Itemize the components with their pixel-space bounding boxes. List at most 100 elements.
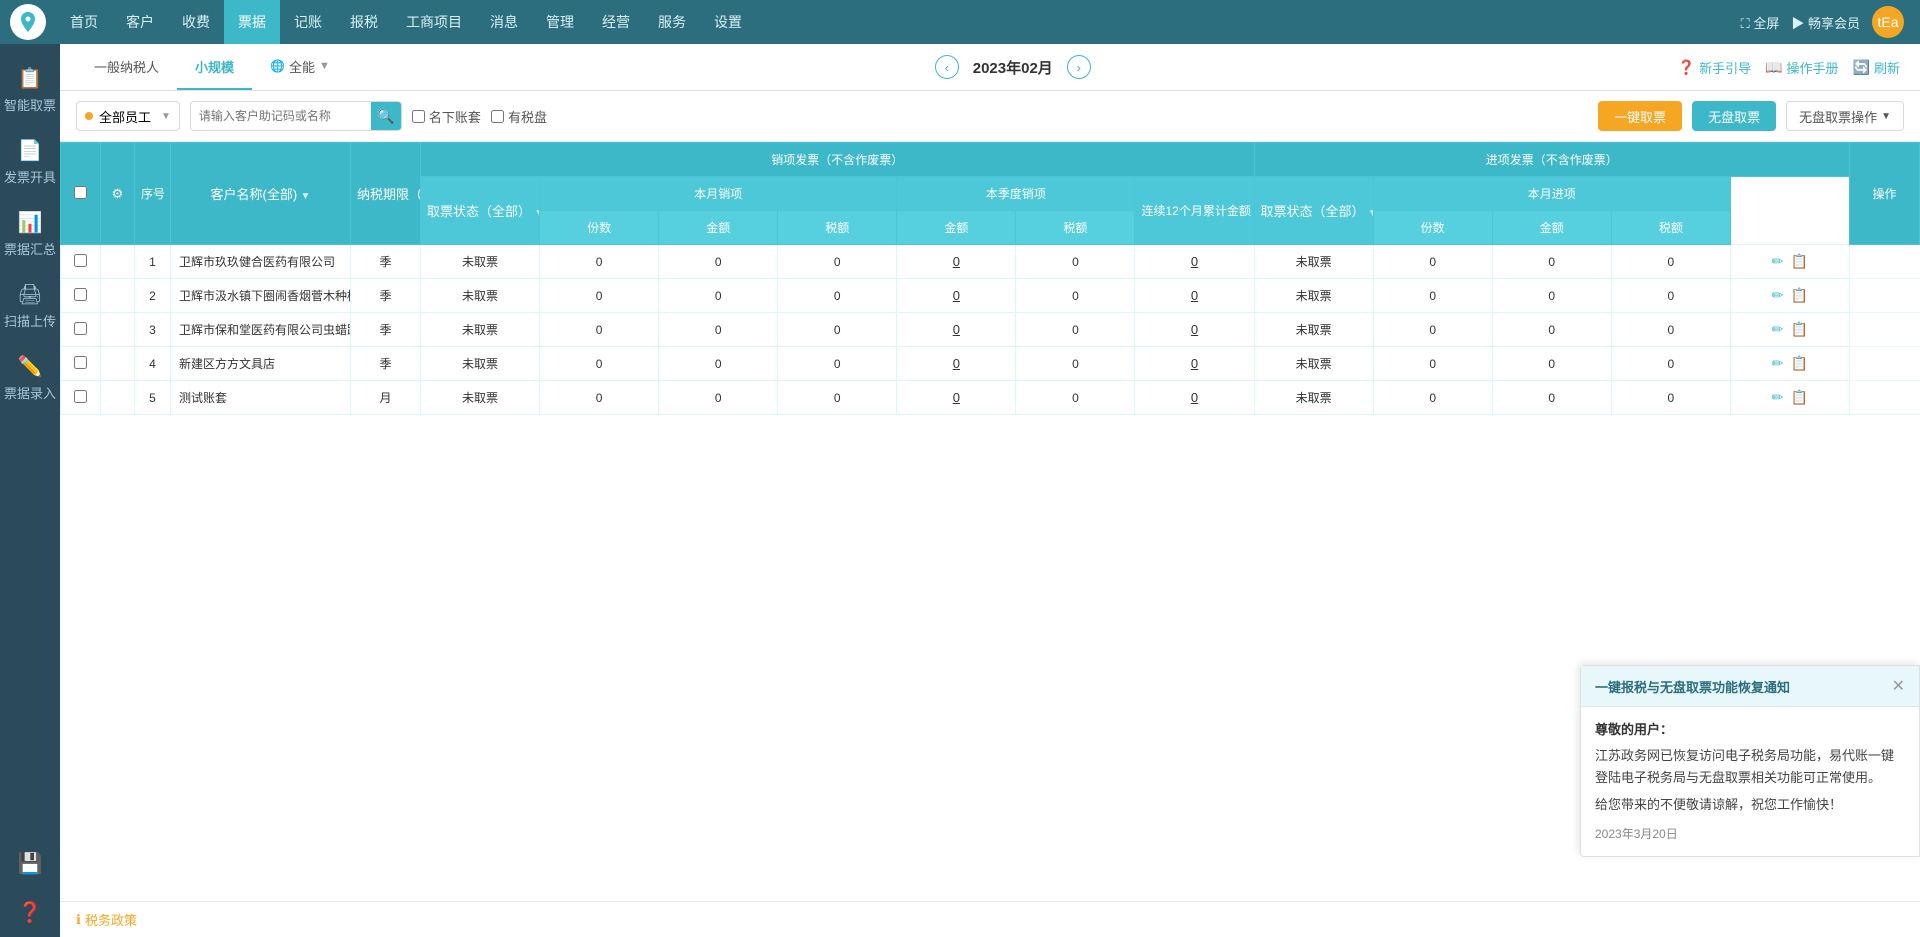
row-checkbox[interactable] [74, 254, 87, 267]
refresh-btn[interactable]: 🔄 刷新 [1853, 58, 1900, 77]
edit-action-btn[interactable]: ✏ [1772, 253, 1784, 269]
row-settings-cell [101, 245, 135, 279]
row-name-cell: 卫辉市汲水镇下圈闹香烟菅木种植家庭农场 [171, 279, 351, 313]
tax-policy-link[interactable]: 税务政策 [85, 910, 137, 929]
sidebar-item-invoice-entry[interactable]: ✏️ 票据录入 [0, 342, 60, 414]
nav-service[interactable]: 服务 [644, 0, 700, 44]
scan-upload-icon: 🖨 [17, 282, 42, 307]
nav-accounting[interactable]: 记账 [280, 0, 336, 44]
row-sale-status-cell: 未取票 [421, 245, 540, 279]
manual-btn[interactable]: 📖 操作手册 [1765, 58, 1838, 77]
row-sale-status-cell: 未取票 [421, 347, 540, 381]
help-icon: ❓ [18, 900, 43, 925]
invoice-issue-icon: 📄 [18, 138, 43, 163]
select-all-checkbox[interactable] [74, 186, 87, 199]
row-sale-status-cell: 未取票 [421, 279, 540, 313]
row-checkbox[interactable] [74, 390, 87, 403]
edit-action-btn[interactable]: ✏ [1772, 389, 1784, 405]
chevron-down-icon: ▼ [319, 60, 330, 72]
detail-action-btn[interactable]: 📋 [1791, 287, 1808, 303]
sidebar-item-scan-upload[interactable]: 🖨 扫描上传 [0, 270, 60, 342]
tax-disk-checkbox[interactable]: 有税盘 [491, 107, 547, 126]
sidebar-item-help[interactable]: ❓ [0, 888, 60, 937]
row-in-status-cell: 未取票 [1254, 313, 1373, 347]
sidebar-bottom: 💾 ❓ [0, 839, 60, 937]
top-navigation: 首页 客户 收费 票据 记账 报税 工商项目 消息 管理 经营 服务 设置 ⛶ … [0, 0, 1920, 44]
sale-status-filter-icon[interactable]: ▼ [534, 208, 539, 219]
row-checkbox[interactable] [74, 288, 87, 301]
sidebar-item-invoice-issue[interactable]: 📄 发票开具 [0, 126, 60, 198]
no-disk-ops-btn[interactable]: 无盘取票操作 ▼ [1786, 101, 1904, 131]
nav-billing[interactable]: 收费 [168, 0, 224, 44]
th-sale-m-num: 份数 [540, 211, 659, 245]
row-in-status-cell: 未取票 [1254, 381, 1373, 415]
row-sale-status-cell: 未取票 [421, 381, 540, 415]
row-sale-m-tax-cell: 0 [778, 347, 897, 381]
sidebar-item-download[interactable]: 💾 [0, 839, 60, 888]
tab-small-scale[interactable]: 小规模 [177, 44, 252, 90]
nav-tax[interactable]: 报税 [336, 0, 392, 44]
no-disk-fetch-btn[interactable]: 无盘取票 [1692, 101, 1776, 131]
new-guide-btn[interactable]: ❓ 新手引导 [1678, 58, 1751, 77]
my-accounts-checkbox[interactable]: 名下账套 [412, 107, 481, 126]
row-sale-m-amt-cell: 0 [659, 347, 778, 381]
search-input[interactable] [191, 109, 371, 123]
row-select-cell [61, 347, 101, 381]
edit-action-btn[interactable]: ✏ [1772, 321, 1784, 337]
notification-title: 一键报税与无盘取票功能恢复通知 [1595, 677, 1790, 696]
nav-invoice[interactable]: 票据 [224, 0, 280, 44]
th-in-status: 取票状态（全部） ▼ [1254, 177, 1373, 245]
dot-icon [85, 112, 93, 120]
my-accounts-check[interactable] [412, 110, 425, 123]
detail-action-btn[interactable]: 📋 [1791, 321, 1808, 337]
row-sale-m-amt-cell: 0 [659, 279, 778, 313]
row-sale-m-num-cell: 0 [540, 245, 659, 279]
prev-month-btn[interactable]: ‹ [935, 55, 959, 79]
detail-action-btn[interactable]: 📋 [1791, 389, 1808, 405]
nav-operation[interactable]: 经营 [588, 0, 644, 44]
row-in-m-amt-cell: 0 [1492, 245, 1611, 279]
table-row: 1 卫辉市玖玖健合医药有限公司 季 未取票 0 0 0 0 0 0 未取票 0 … [61, 245, 1920, 279]
row-period-cell: 季 [351, 313, 421, 347]
row-name-cell: 卫辉市玖玖健合医药有限公司 [171, 245, 351, 279]
row-period-cell: 季 [351, 245, 421, 279]
in-status-filter-icon[interactable]: ▼ [1368, 208, 1373, 219]
search-button[interactable]: 🔍 [371, 101, 401, 131]
notification-body-text: 江苏政务网已恢复访问电子税务局功能，易代账一键登陆电子税务局与无盘取票相关功能可… [1595, 745, 1905, 789]
nav-manage[interactable]: 管理 [532, 0, 588, 44]
nav-message[interactable]: 消息 [476, 0, 532, 44]
nav-home[interactable]: 首页 [56, 0, 112, 44]
row-in-m-num-cell: 0 [1373, 279, 1492, 313]
row-checkbox[interactable] [74, 356, 87, 369]
tab-general-taxpayer[interactable]: 一般纳税人 [76, 44, 177, 90]
table-body: 1 卫辉市玖玖健合医药有限公司 季 未取票 0 0 0 0 0 0 未取票 0 … [61, 245, 1920, 415]
tab-all-in-one[interactable]: 🌐 全能 ▼ [252, 44, 348, 90]
notification-body: 尊敬的用户： 江苏政务网已恢复访问电子税务局功能，易代账一键登陆电子税务局与无盘… [1581, 707, 1919, 856]
sidebar-item-smart-fetch[interactable]: 📋 智能取票 [0, 54, 60, 126]
fullscreen-btn[interactable]: ⛶ 全屏 [1741, 13, 1780, 32]
one-key-fetch-btn[interactable]: 一键取票 [1598, 101, 1682, 131]
detail-action-btn[interactable]: 📋 [1791, 253, 1808, 269]
tax-disk-check[interactable] [491, 110, 504, 123]
sidebar-item-invoice-summary[interactable]: 📊 票据汇总 [0, 198, 60, 270]
th-sale-m-amt: 金额 [659, 211, 778, 245]
nav-business[interactable]: 工商项目 [392, 0, 476, 44]
edit-action-btn[interactable]: ✏ [1772, 355, 1784, 371]
edit-action-btn[interactable]: ✏ [1772, 287, 1784, 303]
nav-customer[interactable]: 客户 [112, 0, 168, 44]
vip-btn[interactable]: ▶ 畅享会员 [1791, 13, 1860, 32]
name-filter-icon[interactable]: ▼ [301, 191, 311, 202]
avatar[interactable]: tEa [1872, 6, 1904, 38]
notification-close-btn[interactable]: ✕ [1892, 676, 1905, 696]
next-month-btn[interactable]: › [1067, 55, 1091, 79]
notification-greeting: 尊敬的用户： [1595, 719, 1905, 741]
detail-action-btn[interactable]: 📋 [1791, 355, 1808, 371]
refresh-icon: 🔄 [1853, 59, 1870, 76]
settings-icon[interactable]: ⚙ [112, 186, 124, 201]
globe-icon: 🌐 [270, 59, 285, 73]
nav-settings[interactable]: 设置 [700, 0, 756, 44]
row-sale-q-tax-cell: 0 [1016, 381, 1135, 415]
employee-select[interactable]: 全部员工 ▼ [76, 101, 180, 131]
th-in-month: 本月进项 [1373, 177, 1730, 211]
row-checkbox[interactable] [74, 322, 87, 335]
